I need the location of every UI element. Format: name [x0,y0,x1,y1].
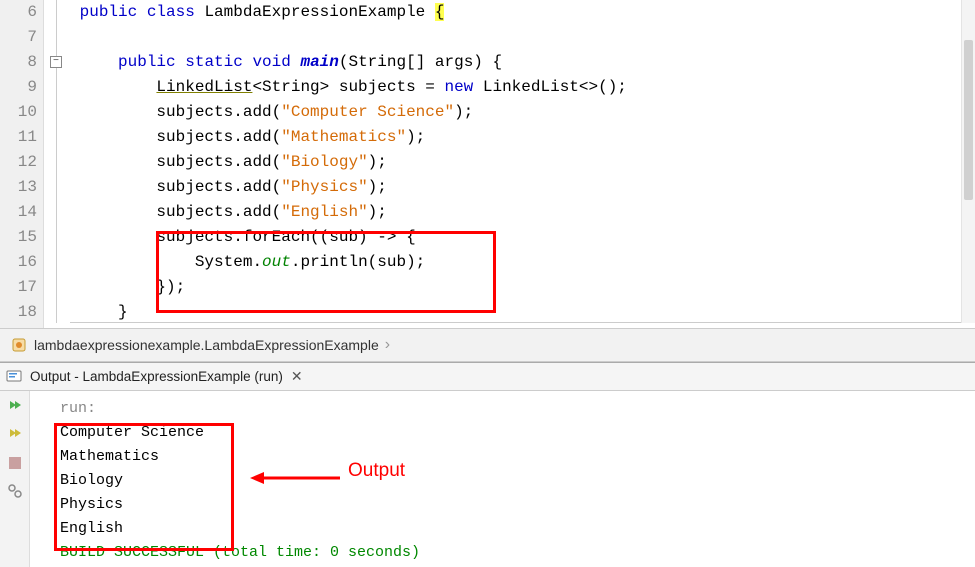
code-token: ); [406,128,425,146]
code-token: "Biology" [281,153,367,171]
fold-toggle[interactable]: − [50,56,62,68]
rerun-alt-button[interactable] [5,425,25,445]
line-number: 8 [0,50,37,75]
code-token: new [444,78,482,96]
code-line[interactable]: subjects.forEach((sub) -> { [70,225,973,250]
output-pane: Output - LambdaExpressionExample (run) ✕… [0,362,975,567]
output-line: run: [60,397,967,421]
code-token: (String[] args) { [339,53,502,71]
line-number: 6 [0,0,37,25]
line-number: 17 [0,275,37,300]
settings-button[interactable] [5,481,25,501]
line-number: 12 [0,150,37,175]
code-token: ); [454,103,473,121]
code-token: subjects.add( [156,178,281,196]
vertical-scrollbar[interactable] [961,0,975,323]
fold-column: − [44,0,70,328]
code-line[interactable]: subjects.add("Mathematics"); [70,125,973,150]
code-line[interactable]: subjects.add("Computer Science"); [70,100,973,125]
code-token: public [80,3,147,21]
output-line: Computer Science [60,421,967,445]
close-icon[interactable]: ✕ [291,368,303,385]
code-token: .println(sub); [291,253,425,271]
output-console[interactable]: run:Computer ScienceMathematicsBiologyPh… [30,391,975,567]
output-line: Mathematics [60,445,967,469]
code-token: System. [195,253,262,271]
code-token: } [118,303,128,321]
code-token: <String> subjects = [252,78,444,96]
code-line[interactable]: subjects.add("English"); [70,200,973,225]
code-token: ); [368,153,387,171]
line-number: 18 [0,300,37,325]
class-icon [10,336,28,354]
code-token: }); [156,278,185,296]
code-token: public [118,53,185,71]
line-number: 11 [0,125,37,150]
code-token: "Mathematics" [281,128,406,146]
code-line[interactable] [70,25,973,50]
code-token: subjects.forEach((sub) -> { [156,228,415,246]
stop-button[interactable] [5,453,25,473]
code-token: static [185,53,252,71]
code-token: subjects.add( [156,128,281,146]
code-token: LinkedList<>(); [483,78,627,96]
line-number: 15 [0,225,37,250]
code-token: "English" [281,203,367,221]
code-token: subjects.add( [156,203,281,221]
code-token: main [300,53,338,71]
line-number-gutter: 6789101112131415161718 [0,0,44,328]
code-line[interactable]: subjects.add("Physics"); [70,175,973,200]
output-line: Physics [60,493,967,517]
code-token: "Computer Science" [281,103,454,121]
code-token: subjects.add( [156,153,281,171]
code-token: subjects.add( [156,103,281,121]
code-token: ); [368,203,387,221]
breadcrumb-label[interactable]: lambdaexpressionexample.LambdaExpression… [34,337,379,353]
code-token: class [147,3,205,21]
line-number: 7 [0,25,37,50]
code-token: out [262,253,291,271]
output-line: English [60,517,967,541]
code-line[interactable]: System.out.println(sub); [70,250,973,275]
code-token: { [435,3,445,21]
output-line: BUILD SUCCESSFUL (total time: 0 seconds) [60,541,967,565]
code-token: ); [368,178,387,196]
code-line[interactable]: public class LambdaExpressionExample { [70,0,973,25]
chevron-right-icon: › [385,336,390,354]
code-token: LinkedList [156,78,252,96]
rerun-button[interactable] [5,397,25,417]
code-line[interactable]: subjects.add("Biology"); [70,150,973,175]
line-number: 14 [0,200,37,225]
scrollbar-thumb[interactable] [964,40,973,200]
code-editor[interactable]: 6789101112131415161718 − public class La… [0,0,975,328]
output-tab-bar: Output - LambdaExpressionExample (run) ✕ [0,363,975,391]
code-token: LambdaExpressionExample [204,3,434,21]
output-icon [6,368,24,386]
line-number: 9 [0,75,37,100]
code-line[interactable]: }); [70,275,973,300]
code-area[interactable]: public class LambdaExpressionExample { p… [70,0,973,323]
code-line[interactable]: LinkedList<String> subjects = new Linked… [70,75,973,100]
line-number: 13 [0,175,37,200]
output-sidebar [0,391,30,567]
output-tab-title[interactable]: Output - LambdaExpressionExample (run) [30,369,283,384]
code-line[interactable]: public static void main(String[] args) { [70,50,973,75]
code-token: void [252,53,300,71]
code-line[interactable]: } [70,300,973,325]
line-number: 16 [0,250,37,275]
output-line: Biology [60,469,967,493]
breadcrumb-bar: lambdaexpressionexample.LambdaExpression… [0,328,975,362]
line-number: 10 [0,100,37,125]
code-token: "Physics" [281,178,367,196]
